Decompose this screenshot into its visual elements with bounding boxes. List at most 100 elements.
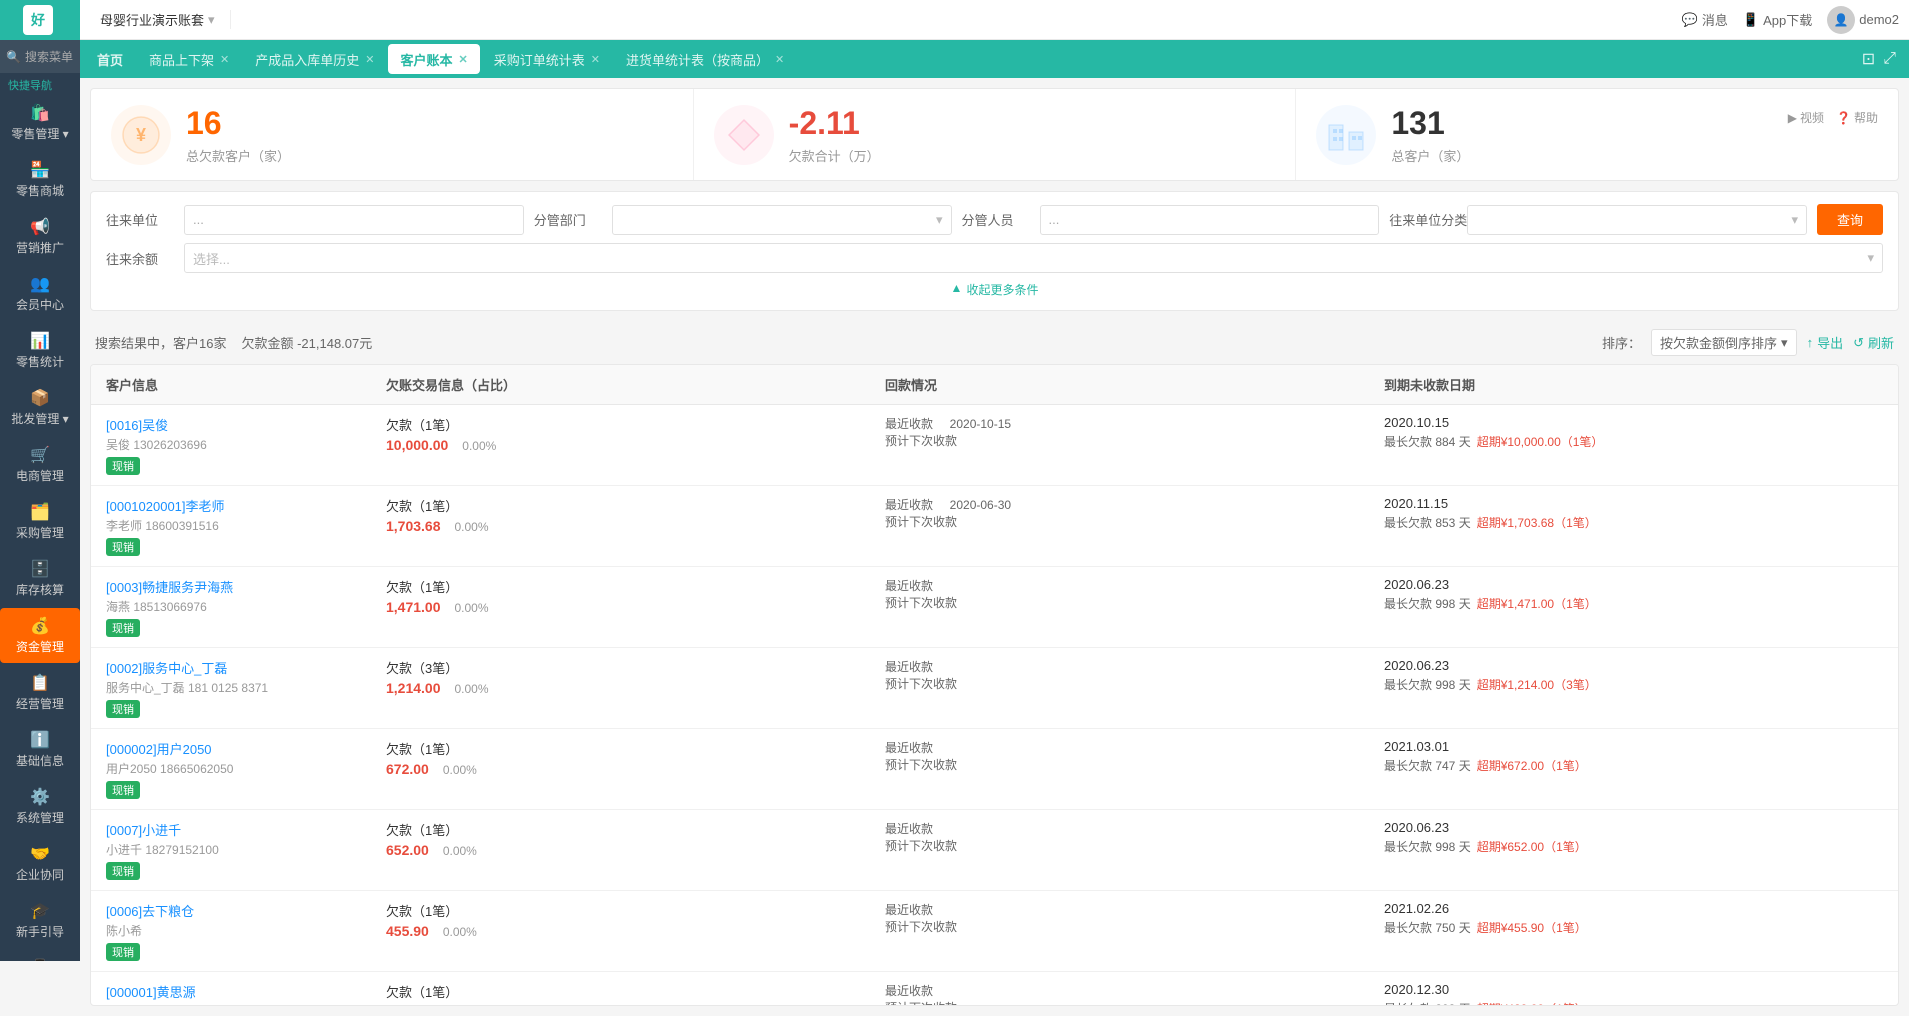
debt-amount-row: 1,471.00 0.00% xyxy=(386,599,885,615)
customer-name[interactable]: [0001020001]李老师 xyxy=(106,499,225,514)
sidebar-item-marketing[interactable]: 📢 营销推广 xyxy=(0,209,80,264)
overdue-amount[interactable]: 超期¥1,214.00（3笔） xyxy=(1477,676,1597,693)
close-tab-product-off[interactable]: ✕ xyxy=(220,53,229,66)
refresh-icon: ↺ xyxy=(1853,335,1864,351)
sidebar-item-enterprise[interactable]: 🤝 企业协同 xyxy=(0,836,80,891)
store-selector[interactable]: 母婴行业演示账套 ▾ xyxy=(100,10,231,29)
sidebar-item-label: 企业协同 xyxy=(16,866,64,883)
sidebar-item-ecom[interactable]: 🛒 电商管理 xyxy=(0,437,80,492)
customer-name[interactable]: [000001]黄思源 xyxy=(106,985,196,1000)
sidebar-item-guide[interactable]: 🎓 新手引导 xyxy=(0,893,80,948)
debt-percent: 0.00% xyxy=(462,439,496,453)
tab-product-off[interactable]: 商品上下架 ✕ xyxy=(137,44,241,74)
sidebar-item-retail-stats[interactable]: 📊 零售统计 xyxy=(0,323,80,378)
sidebar-item-system[interactable]: ⚙️ 系统管理 xyxy=(0,779,80,834)
customer-info-cell: [0006]去下粮仓 陈小希 现销 xyxy=(106,901,386,961)
overdue-days: 最长欠款 747 天 xyxy=(1384,757,1471,774)
video-btn[interactable]: ▶ 视频 xyxy=(1788,109,1824,126)
maximize-icon[interactable]: ⤢ xyxy=(1883,50,1896,68)
debt-amount-row: 652.00 0.00% xyxy=(386,842,885,858)
filter-person: 分管人员 ... xyxy=(962,205,1380,235)
close-tab-stock-stats[interactable]: ✕ xyxy=(775,53,784,66)
help-label: 帮助 xyxy=(1854,109,1878,126)
tab-customer-account[interactable]: 客户账本 ✕ xyxy=(388,44,479,74)
close-tab-purchase-order[interactable]: ✕ xyxy=(591,53,600,66)
ops-icon: 📋 xyxy=(30,673,50,693)
message-label: 消息 xyxy=(1702,10,1728,29)
result-summary: 搜索结果中，客户16家 欠款金额 -21,148.07元 xyxy=(95,333,372,352)
guide-icon: 🎓 xyxy=(30,901,50,921)
debt-info-cell: 欠款（1笔） 455.90 0.00% xyxy=(386,901,885,939)
table-row: [0007]小进千 小进千 18279152100 现销 欠款（1笔） 652.… xyxy=(91,810,1898,891)
due-date-value: 2020.12.30 xyxy=(1384,982,1883,997)
overdue-amount[interactable]: 超期¥10,000.00（1笔） xyxy=(1477,433,1604,450)
app-download-btn[interactable]: 📱 App下载 xyxy=(1743,10,1812,29)
help-btn[interactable]: ❓ 帮助 xyxy=(1836,109,1878,126)
sidebar-search[interactable]: 🔍 搜索菜单 xyxy=(0,40,80,73)
customer-info-cell: [0002]服务中心_丁磊 服务中心_丁磊 181 0125 8371 现销 xyxy=(106,658,386,718)
search-button[interactable]: 查询 xyxy=(1817,204,1883,235)
customer-tag: 现销 xyxy=(106,538,140,556)
sidebar-item-ops[interactable]: 📋 经营管理 xyxy=(0,665,80,720)
close-tab-customer-account[interactable]: ✕ xyxy=(459,53,468,66)
result-bar: 搜索结果中，客户16家 欠款金额 -21,148.07元 排序： 按欠款金额倒序… xyxy=(90,321,1899,364)
customer-name[interactable]: [000002]用户2050 xyxy=(106,742,212,757)
overdue-amount[interactable]: 超期¥652.00（1笔） xyxy=(1477,838,1587,855)
customer-name[interactable]: [0007]小进千 xyxy=(106,823,181,838)
tab-stock-stats[interactable]: 进货单统计表（按商品） ✕ xyxy=(614,44,796,74)
sidebar-item-retail-mall[interactable]: 🏪 零售商城 xyxy=(0,152,80,207)
refresh-btn[interactable]: ↺ 刷新 xyxy=(1853,333,1894,352)
filter-vendor-input[interactable]: ... xyxy=(184,205,524,235)
collapse-row[interactable]: ▲ 收起更多条件 xyxy=(106,281,1883,298)
filter-balance-select[interactable]: 选择... ▾ xyxy=(184,243,1883,273)
help-icon: ❓ xyxy=(1836,111,1851,125)
tab-purchase-order[interactable]: 采购订单统计表 ✕ xyxy=(482,44,612,74)
sidebar-item-purchase[interactable]: 🗂️ 采购管理 xyxy=(0,494,80,549)
sidebar-item-retail-mgmt[interactable]: 🛍️ 零售管理 ▾ xyxy=(0,95,80,150)
retail-mgmt-icon: 🛍️ xyxy=(30,103,50,123)
debt-count: 欠款（1笔） xyxy=(386,496,885,515)
customer-info-cell: [000001]黄思源 黄思源 13552700226 现销 xyxy=(106,982,386,1005)
stat-label-debt-total: 欠款合计（万） xyxy=(789,146,880,165)
stat-label-total-customers: 总客户（家） xyxy=(1391,146,1469,165)
finance-icon: 💰 xyxy=(30,616,50,636)
stat-top-actions: ▶ 视频 ❓ 帮助 xyxy=(1788,104,1878,126)
sidebar-item-inventory[interactable]: 🗄️ 库存核算 xyxy=(0,551,80,606)
customer-name[interactable]: [0002]服务中心_丁磊 xyxy=(106,661,227,676)
tab-customer-account-label: 客户账本 xyxy=(400,50,452,69)
tab-home[interactable]: 首页 xyxy=(85,44,135,74)
stat-value-debt-customers: 16 xyxy=(186,104,290,142)
sidebar-item-app[interactable]: 📱 应用中心 xyxy=(0,950,80,961)
user-name: demo2 xyxy=(1859,12,1899,27)
last-collection-label: 最近收款 xyxy=(885,739,1384,756)
customer-name[interactable]: [0006]去下粮仓 xyxy=(106,904,194,919)
minimize-icon[interactable]: ⊡ xyxy=(1862,49,1875,69)
filter-vendor-category-select[interactable]: ▾ xyxy=(1467,205,1807,235)
overdue-amount[interactable]: 超期¥1,471.00（1笔） xyxy=(1477,595,1597,612)
filter-dept-select[interactable]: ▾ xyxy=(612,205,952,235)
debt-count: 欠款（1笔） xyxy=(386,415,885,434)
sidebar-item-batch-mgmt[interactable]: 📦 批发管理 ▾ xyxy=(0,380,80,435)
message-icon: 💬 xyxy=(1682,12,1698,28)
stat-info-total-customers: 131 总客户（家） xyxy=(1391,104,1469,165)
export-btn[interactable]: ↑ 导出 xyxy=(1807,333,1844,352)
sort-select[interactable]: 按欠款金额倒序排序 ▾ xyxy=(1651,329,1797,356)
close-tab-product-history[interactable]: ✕ xyxy=(365,53,374,66)
message-btn[interactable]: 💬 消息 xyxy=(1682,10,1728,29)
customer-name[interactable]: [0003]畅捷服务尹海燕 xyxy=(106,580,233,595)
collection-cell: 最近收款 预计下次收款 xyxy=(885,901,1384,935)
filter-row-2: 往来余额 选择... ▾ xyxy=(106,243,1883,273)
filter-person-input[interactable]: ... xyxy=(1040,205,1380,235)
overdue-amount[interactable]: 超期¥429.00（1笔） xyxy=(1477,1000,1587,1005)
sidebar-item-basic[interactable]: ℹ️ 基础信息 xyxy=(0,722,80,777)
due-date-cell: 2020.10.15 最长欠款 884 天 超期¥10,000.00（1笔） xyxy=(1384,415,1883,450)
overdue-amount[interactable]: 超期¥672.00（1笔） xyxy=(1477,757,1587,774)
user-profile[interactable]: 👤 demo2 xyxy=(1827,6,1899,34)
overdue-amount[interactable]: 超期¥455.90（1笔） xyxy=(1477,919,1587,936)
customer-name[interactable]: [0016]吴俊 xyxy=(106,418,168,433)
sidebar-item-label: 采购管理 xyxy=(16,524,64,541)
sidebar-item-finance[interactable]: 💰 资金管理 xyxy=(0,608,80,663)
tab-product-history[interactable]: 产成品入库单历史 ✕ xyxy=(243,44,386,74)
overdue-amount[interactable]: 超期¥1,703.68（1笔） xyxy=(1477,514,1597,531)
sidebar-item-member[interactable]: 👥 会员中心 xyxy=(0,266,80,321)
